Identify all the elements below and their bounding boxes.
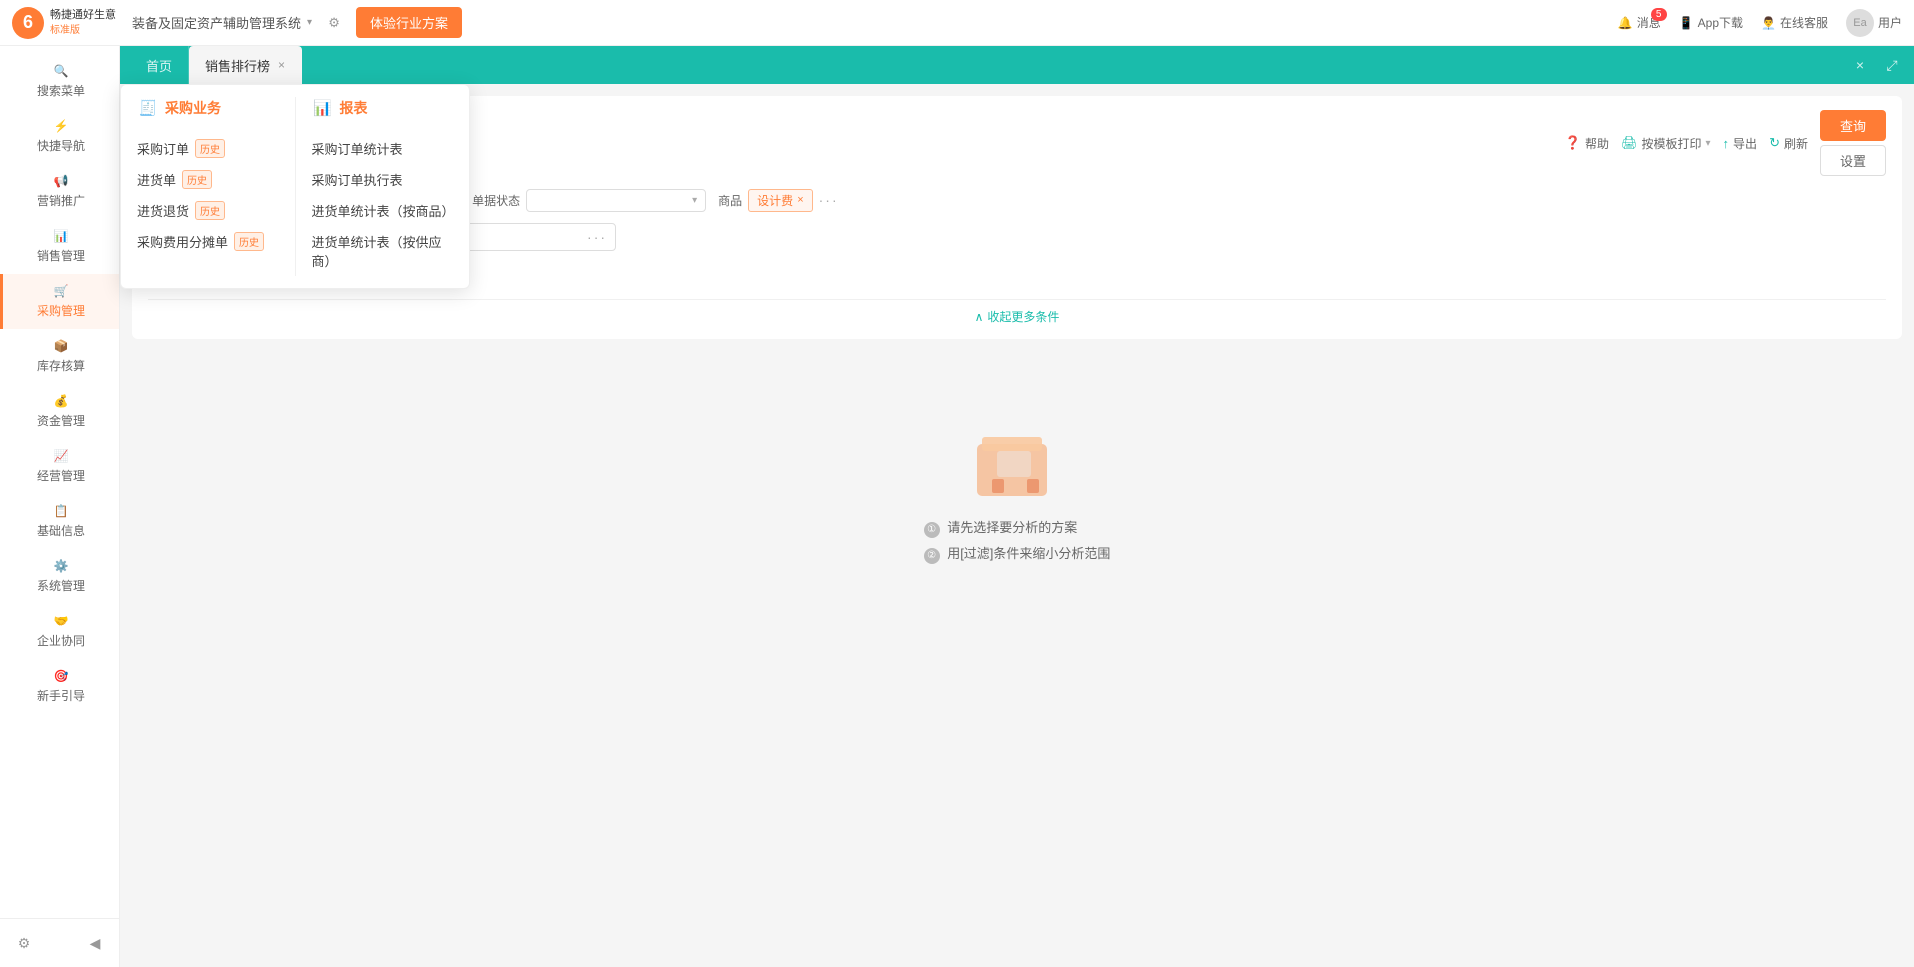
voucher-status-group: 单据状态 ▾ <box>472 189 706 212</box>
online-service-button[interactable]: 👨‍💼 在线客服 <box>1761 14 1828 31</box>
print-button[interactable]: 🖨 按模板打印 ▾ <box>1621 135 1711 152</box>
menu-item-purchase-order-stat[interactable]: 采购订单统计表 <box>312 133 454 164</box>
purchase-icon: 🛒 <box>54 284 69 298</box>
goods-more-icon[interactable]: ··· <box>819 192 839 208</box>
help-button[interactable]: ❓ 帮助 <box>1565 135 1609 152</box>
sidebar-item-quicknav[interactable]: ⚡ 快捷导航 <box>0 109 119 164</box>
empty-text: ① 请先选择要分析的方案 ② 用[过滤]条件来缩小分析范围 <box>924 515 1111 567</box>
empty-area: ① 请先选择要分析的方案 ② 用[过滤]条件来缩小分析范围 <box>132 339 1902 647</box>
sidebar-item-purchase[interactable]: 🛒 采购管理 <box>0 274 119 329</box>
sidebar-item-collab[interactable]: 🤝 企业协同 <box>0 604 119 659</box>
goods-filter-group: 商品 设计费 × ··· <box>718 189 838 212</box>
system-title[interactable]: 装备及固定资产辅助管理系统 ▾ <box>132 13 312 32</box>
footer-settings-button[interactable]: ⚙ <box>10 929 38 957</box>
goods-tag[interactable]: 设计费 × <box>748 189 812 212</box>
collab-icon: 🤝 <box>54 614 69 628</box>
inventory-icon: 📦 <box>54 339 69 353</box>
header-right: 🔔 消息 5 📱 App下载 👨‍💼 在线客服 Ea 用户 <box>1618 9 1902 37</box>
report-menu-icon: 📊 <box>312 97 334 119</box>
sidebar-item-system[interactable]: ⚙️ 系统管理 <box>0 549 119 604</box>
tab-home[interactable]: 首页 <box>130 46 189 84</box>
export-icon: ↑ <box>1723 136 1730 151</box>
query-button[interactable]: 查询 <box>1820 110 1886 141</box>
dropdown-columns: 🧾 采购业务 采购订单 历史 进货单 历史 进货退货 历史 采购费用分摊单 历史 <box>121 97 469 276</box>
operations-icon: 📈 <box>54 449 69 463</box>
basics-icon: 📋 <box>54 504 69 518</box>
print-icon: 🖨 <box>1621 135 1638 151</box>
sidebar: 🔍 搜索菜单 ⚡ 快捷导航 📢 营销推广 📊 销售管理 🛒 采购管理 📦 库存核… <box>0 46 120 967</box>
sidebar-item-finance[interactable]: 💰 资金管理 <box>0 384 119 439</box>
logo-text: 畅捷通好生意 标准版 <box>50 8 116 37</box>
dropdown-menu: 🧾 采购业务 采购订单 历史 进货单 历史 进货退货 历史 采购费用分摊单 历史 <box>120 84 470 289</box>
sidebar-item-operations[interactable]: 📈 经营管理 <box>0 439 119 494</box>
top-header: 6 畅捷通好生意 标准版 装备及固定资产辅助管理系统 ▾ ⚙ 体验行业方案 🔔 … <box>0 0 1914 46</box>
menu-item-purchase-order-exec[interactable]: 采购订单执行表 <box>312 164 454 195</box>
search-icon: 🔍 <box>54 64 69 78</box>
sidebar-item-sales[interactable]: 📊 销售管理 <box>0 219 119 274</box>
set-button[interactable]: 设置 <box>1820 145 1886 176</box>
menu-item-stock-in[interactable]: 进货单 历史 <box>137 164 279 195</box>
marketing-icon: 📢 <box>54 174 69 188</box>
sidebar-item-guide[interactable]: 🎯 新手引导 <box>0 659 119 714</box>
sidebar-item-marketing[interactable]: 📢 营销推广 <box>0 164 119 219</box>
menu-item-purchase-order[interactable]: 采购订单 历史 <box>137 133 279 164</box>
sidebar-footer: ⚙ ◀ <box>0 918 119 967</box>
export-button[interactable]: ↑ 导出 <box>1723 135 1758 152</box>
sales-icon: 📊 <box>54 229 69 243</box>
sidebar-item-basics[interactable]: 📋 基础信息 <box>0 494 119 549</box>
menu-item-stock-return[interactable]: 进货退货 历史 <box>137 195 279 226</box>
menu-item-purchase-expense[interactable]: 采购费用分摊单 历史 <box>137 226 279 257</box>
goods-label: 商品 <box>718 192 742 209</box>
collapse-row: ∧ 收起更多条件 <box>148 299 1886 325</box>
app-download-button[interactable]: 📱 App下载 <box>1679 14 1743 31</box>
menu-item-stock-stat-supplier[interactable]: 进货单统计表（按供应商） <box>312 226 454 276</box>
footer-collapse-button[interactable]: ◀ <box>81 929 109 957</box>
empty-svg <box>967 419 1067 499</box>
salesman-more-icon[interactable]: ··· <box>587 229 607 245</box>
logo-area: 6 畅捷通好生意 标准版 <box>12 7 132 39</box>
finance-icon: 💰 <box>54 394 69 408</box>
logo-icon: 6 <box>12 7 44 39</box>
avatar: Ea <box>1846 9 1874 37</box>
purchase-menu-icon: 🧾 <box>137 97 159 119</box>
chevron-down-icon: ▾ <box>307 17 312 28</box>
empty-illustration <box>967 419 1067 499</box>
print-chevron-icon: ▾ <box>1706 138 1711 149</box>
tab-sales-rank[interactable]: 销售排行榜 × <box>189 46 302 84</box>
quick-nav-icon: ⚡ <box>54 119 69 133</box>
goods-tag-close-icon[interactable]: × <box>797 194 803 206</box>
menu-item-stock-stat-goods[interactable]: 进货单统计表（按商品） <box>312 195 454 226</box>
bell-icon: 🔔 <box>1618 16 1633 30</box>
window-expand-button[interactable]: ⤢ <box>1880 53 1904 77</box>
collapse-up-icon: ∧ <box>975 310 984 324</box>
settings-icon[interactable]: ⚙ <box>320 9 348 37</box>
phone-icon: 📱 <box>1679 16 1694 30</box>
voucher-status-arrow-icon: ▾ <box>692 195 697 206</box>
service-icon: 👨‍💼 <box>1761 16 1776 30</box>
tab-actions: × ⤢ <box>1848 53 1904 77</box>
refresh-icon: ↻ <box>1769 135 1780 151</box>
notifications-button[interactable]: 🔔 消息 5 <box>1618 14 1661 31</box>
dropdown-purchase-col: 🧾 采购业务 采购订单 历史 进货单 历史 进货退货 历史 采购费用分摊单 历史 <box>121 97 295 276</box>
window-close-button[interactable]: × <box>1848 53 1872 77</box>
header-middle: 装备及固定资产辅助管理系统 ▾ ⚙ 体验行业方案 <box>132 7 1618 38</box>
sidebar-item-search[interactable]: 🔍 搜索菜单 <box>0 54 119 109</box>
dropdown-report-col: 📊 报表 采购订单统计表 采购订单执行表 进货单统计表（按商品） 进货单统计表（… <box>295 97 470 276</box>
system-icon: ⚙️ <box>54 559 69 573</box>
refresh-button[interactable]: ↻ 刷新 <box>1769 135 1808 152</box>
sidebar-item-inventory[interactable]: 📦 库存核算 <box>0 329 119 384</box>
collapse-button[interactable]: ∧ 收起更多条件 <box>975 308 1060 325</box>
tab-bar: 首页 销售排行榜 × × ⤢ <box>120 46 1914 84</box>
voucher-status-select[interactable]: ▾ <box>526 189 706 212</box>
dropdown-purchase-title: 🧾 采购业务 <box>137 97 279 123</box>
voucher-status-label: 单据状态 <box>472 192 520 209</box>
industry-button[interactable]: 体验行业方案 <box>356 7 462 38</box>
dropdown-report-title: 📊 报表 <box>312 97 454 123</box>
guide-icon: 🎯 <box>54 669 69 683</box>
tab-close-icon[interactable]: × <box>278 58 285 72</box>
user-button[interactable]: Ea 用户 <box>1846 9 1902 37</box>
help-icon: ❓ <box>1565 135 1581 151</box>
